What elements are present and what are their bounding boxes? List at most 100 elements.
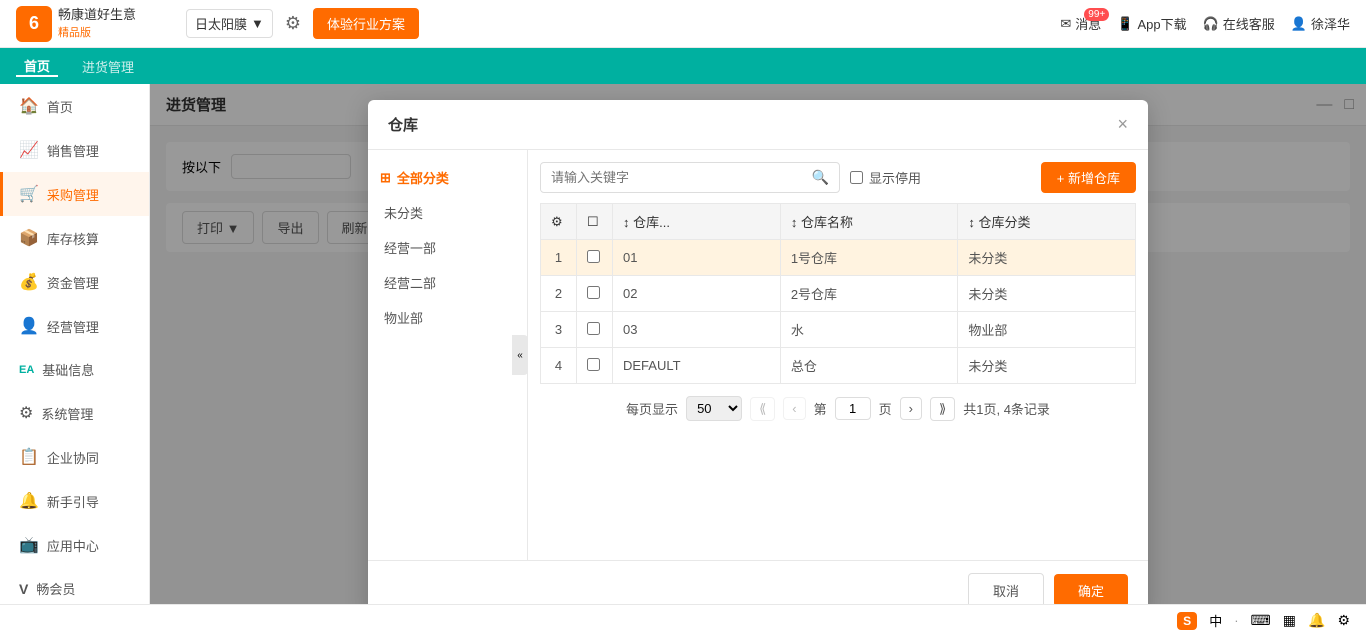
sidebar-label-member: 畅会员	[36, 579, 75, 598]
show-disabled-checkbox[interactable]	[850, 171, 863, 184]
col-code: ↕ 仓库...	[613, 204, 781, 240]
sidebar-item-basic[interactable]: EA 基础信息	[0, 348, 149, 391]
sidebar-label-finance: 资金管理	[47, 273, 99, 292]
table-toolbar: 🔍 显示停用 + 新增仓库	[540, 162, 1136, 193]
row-check[interactable]	[577, 276, 613, 312]
row-check[interactable]	[577, 348, 613, 384]
sidebar-item-system[interactable]: ⚙ 系统管理	[0, 391, 149, 435]
header-right: ✉ 消息 99+ 📱 App下载 🎧 在线客服 👤 徐泽华	[1060, 14, 1350, 33]
system-icon: ⚙	[19, 403, 33, 423]
sidebar: 🏠 首页 📈 销售管理 🛒 采购管理 📦 库存核算 💰 资金管理 👤 经营管理 …	[0, 84, 150, 636]
page-size-select[interactable]: 50 100 200	[686, 396, 742, 421]
basic-icon: EA	[19, 364, 34, 376]
taskbar-icon[interactable]: ▦	[1283, 612, 1296, 629]
category-all[interactable]: ⊞ 全部分类	[368, 160, 527, 195]
table-row[interactable]: 3 03 水 物业部	[541, 312, 1136, 348]
modal-header: 仓库 ×	[368, 100, 1148, 150]
warehouse-modal: 仓库 × ⊞ 全部分类 未分类 经营一部 经营二部 物业部	[368, 100, 1148, 620]
page-last-btn[interactable]: ⟫	[930, 397, 955, 421]
table-row[interactable]: 2 02 2号仓库 未分类	[541, 276, 1136, 312]
pagination: 每页显示 50 100 200 ⟪ ‹ 第 页 ›	[540, 396, 1136, 421]
header-middle: 日太阳膜 ▼ ⚙ 体验行业方案	[166, 8, 1060, 39]
row-category: 未分类	[958, 240, 1136, 276]
sidebar-item-guide[interactable]: 🔔 新手引导	[0, 479, 149, 523]
category-item-unclassified[interactable]: 未分类	[368, 195, 527, 230]
row-category: 未分类	[958, 276, 1136, 312]
row-code: 03	[613, 312, 781, 348]
modal-overlay: 仓库 × ⊞ 全部分类 未分类 经营一部 经营二部 物业部	[150, 84, 1366, 636]
sidebar-item-finance[interactable]: 💰 资金管理	[0, 260, 149, 304]
sidebar-item-enterprise[interactable]: 📋 企业协同	[0, 435, 149, 479]
apps-icon: 📺	[19, 535, 39, 555]
sidebar-label-enterprise: 企业协同	[47, 448, 99, 467]
keyboard-icon[interactable]: ⌨	[1251, 612, 1271, 629]
sidebar-item-inventory[interactable]: 📦 库存核算	[0, 216, 149, 260]
modal-close-btn[interactable]: ×	[1117, 114, 1128, 135]
sidebar-label-home: 首页	[47, 97, 73, 116]
page-next-btn[interactable]: ›	[900, 397, 922, 420]
search-input[interactable]	[541, 164, 802, 191]
row-check[interactable]	[577, 240, 613, 276]
grid-icon: ⊞	[380, 170, 391, 186]
messages-badge: 99+	[1084, 8, 1109, 21]
message-icon: ✉	[1060, 16, 1071, 32]
row-gear: 1	[541, 240, 577, 276]
table-panel: 🔍 显示停用 + 新增仓库 ⚙	[528, 150, 1148, 560]
sidebar-item-operations[interactable]: 👤 经营管理	[0, 304, 149, 348]
show-disabled-label: 显示停用	[850, 168, 921, 187]
branch-selector[interactable]: 日太阳膜 ▼	[186, 9, 273, 38]
phone-icon: 📱	[1117, 16, 1133, 32]
user-item[interactable]: 👤 徐泽华	[1291, 14, 1350, 33]
search-icon-btn[interactable]: 🔍	[802, 163, 839, 192]
sidebar-item-sales[interactable]: 📈 销售管理	[0, 128, 149, 172]
sidebar-item-home[interactable]: 🏠 首页	[0, 84, 149, 128]
sidebar-label-inventory: 库存核算	[47, 229, 99, 248]
logo-area: 6 畅康道好生意 精品版	[16, 6, 166, 42]
row-num: 3	[541, 312, 577, 348]
online-service-item[interactable]: 🎧 在线客服	[1203, 14, 1275, 33]
page-first-btn[interactable]: ⟪	[750, 397, 775, 421]
settings-tray-icon[interactable]: ⚙	[1337, 612, 1350, 629]
confirm-btn[interactable]: 确定	[1054, 574, 1128, 607]
sub-tab-home[interactable]: 首页	[16, 56, 58, 77]
row-check[interactable]	[577, 312, 613, 348]
row-name: 总仓	[780, 348, 958, 384]
app-download-item[interactable]: 📱 App下载	[1117, 14, 1186, 33]
sub-tab-purchase[interactable]: 进货管理	[74, 57, 142, 76]
settings-icon-btn[interactable]: ⚙	[285, 13, 301, 34]
category-item-ops2[interactable]: 经营二部	[368, 265, 527, 300]
add-warehouse-btn[interactable]: + 新增仓库	[1041, 162, 1136, 193]
category-item-property[interactable]: 物业部	[368, 300, 527, 335]
messages-item[interactable]: ✉ 消息 99+	[1060, 14, 1101, 33]
sidebar-label-sales: 销售管理	[47, 141, 99, 160]
inventory-icon: 📦	[19, 228, 39, 248]
main-content: 进货管理 按以下 打印 ▼ 导出 刷新 查询 设置 仓库 ×	[150, 84, 1366, 636]
row-num: 4	[541, 348, 577, 384]
headset-icon: 🎧	[1203, 16, 1219, 32]
sidebar-label-purchase: 采购管理	[47, 185, 99, 204]
row-code: 01	[613, 240, 781, 276]
experience-btn[interactable]: 体验行业方案	[313, 8, 419, 39]
table-row[interactable]: 4 DEFAULT 总仓 未分类	[541, 348, 1136, 384]
warehouse-table: ⚙ ☐ ↕ 仓库... ↕ 仓库名称 ↕ 仓库分类	[540, 203, 1136, 384]
col-gear: ⚙	[541, 204, 577, 240]
category-collapse-btn[interactable]: «	[512, 335, 528, 375]
notification-icon[interactable]: 🔔	[1308, 612, 1325, 629]
row-name: 水	[780, 312, 958, 348]
search-box: 🔍	[540, 162, 840, 193]
table-row[interactable]: 1 01 1号仓库 未分类	[541, 240, 1136, 276]
cancel-btn[interactable]: 取消	[968, 573, 1044, 608]
category-item-ops1[interactable]: 经营一部	[368, 230, 527, 265]
sidebar-item-apps[interactable]: 📺 应用中心	[0, 523, 149, 567]
modal-body: ⊞ 全部分类 未分类 经营一部 经营二部 物业部 «	[368, 150, 1148, 560]
col-check: ☐	[577, 204, 613, 240]
page-input[interactable]	[835, 397, 871, 420]
bottom-bar: S 中 · ⌨ ▦ 🔔 ⚙	[0, 604, 1366, 636]
row-code: 02	[613, 276, 781, 312]
row-name: 2号仓库	[780, 276, 958, 312]
chinese-input-icon[interactable]: 中	[1209, 611, 1222, 630]
page-prev-btn[interactable]: ‹	[783, 397, 805, 420]
sub-header: 首页 进货管理	[0, 48, 1366, 84]
top-header: 6 畅康道好生意 精品版 日太阳膜 ▼ ⚙ 体验行业方案 ✉ 消息 99+ 📱 …	[0, 0, 1366, 48]
sidebar-item-purchase[interactable]: 🛒 采购管理	[0, 172, 149, 216]
